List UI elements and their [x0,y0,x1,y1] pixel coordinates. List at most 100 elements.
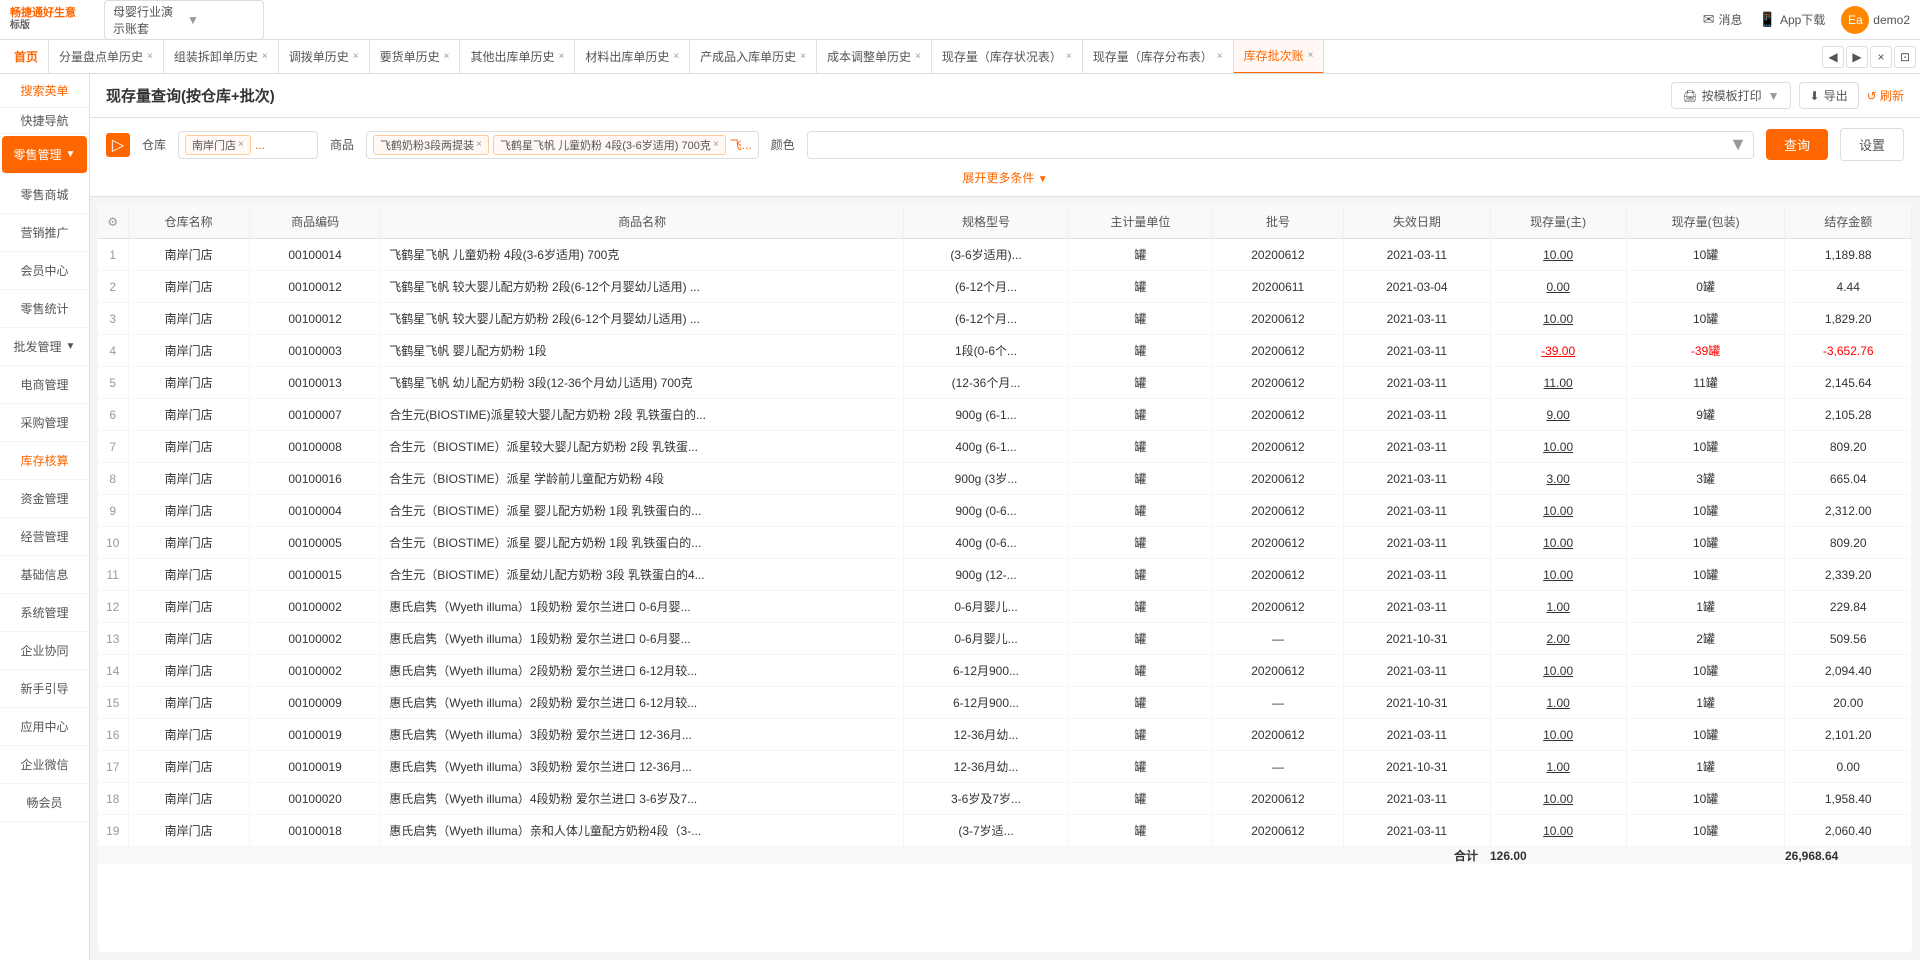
row-qty-main[interactable]: 1.00 [1490,591,1626,623]
tab-prev-btn[interactable]: ◀ [1822,46,1844,68]
tab-11-close[interactable]: × [1308,50,1314,61]
tab-close-btn[interactable]: × [1870,46,1892,68]
table-settings-icon[interactable]: ⚙ [107,215,118,229]
row-unit: 罐 [1068,303,1212,335]
sidebar-item-inventory[interactable]: 库存核算 [0,442,89,480]
sidebar-search[interactable]: 搜索英单 [0,74,89,108]
tab-home[interactable]: 首页 [4,40,49,74]
row-qty-main[interactable]: 10.00 [1490,431,1626,463]
row-qty-main[interactable]: 10.00 [1490,303,1626,335]
row-qty-main[interactable]: 1.00 [1490,687,1626,719]
tab-7[interactable]: 产成品入库单历史 × [690,40,817,74]
row-qty-main[interactable]: 10.00 [1490,495,1626,527]
tab-3-close[interactable]: × [353,51,359,62]
row-warehouse: 南岸门店 [128,655,249,687]
sidebar-item-wholesale[interactable]: 批发管理 ▼ [0,328,89,366]
tab-11[interactable]: 库存批次账 × [1234,40,1325,74]
row-qty-main[interactable]: 3.00 [1490,463,1626,495]
tab-3[interactable]: 调拨单历史 × [279,40,370,74]
sidebar-item-marketing[interactable]: 营销推广 [0,214,89,252]
row-qty-main[interactable]: 9.00 [1490,399,1626,431]
row-expire: 2021-10-31 [1344,751,1490,783]
sidebar-item-guide[interactable]: 新手引导 [0,670,89,708]
row-qty-main[interactable]: 0.00 [1490,271,1626,303]
tab-2[interactable]: 组装拆卸单历史 × [164,40,279,74]
product-tag-1-close[interactable]: × [476,139,482,150]
sidebar-item-enterprise-collab[interactable]: 企业协同 [0,632,89,670]
user-profile[interactable]: Ea demo2 [1841,6,1910,34]
tab-1-close[interactable]: × [147,51,153,62]
table-row: 2 南岸门店 00100012 飞鹤星飞帆 较大婴儿配方奶粉 2段(6-12个月… [98,271,1912,303]
sidebar-item-retail-mgmt[interactable]: 零售管理 ▼ [2,136,87,174]
sidebar-item-purchase[interactable]: 采购管理 [0,404,89,442]
tab-menu-btn[interactable]: ⊡ [1894,46,1916,68]
refresh-btn[interactable]: ↺ 刷新 [1867,87,1904,104]
tab-10[interactable]: 现存量（库存分布表） × [1083,40,1234,74]
tab-6[interactable]: 材料出库单历史 × [575,40,690,74]
tab-next-btn[interactable]: ▶ [1846,46,1868,68]
sidebar-item-enterprise-wechat[interactable]: 企业微信 [0,746,89,784]
row-unit: 罐 [1068,559,1212,591]
message-btn[interactable]: ✉ 消息 [1703,11,1743,28]
tab-7-close[interactable]: × [800,51,806,62]
row-qty-main[interactable]: 1.00 [1490,751,1626,783]
row-qty-main[interactable]: 10.00 [1490,527,1626,559]
filter-expand-icon[interactable]: ▷ [106,133,130,157]
row-qty-main[interactable]: 10.00 [1490,719,1626,751]
warehouse-tag-1-close[interactable]: × [238,139,244,150]
warehouse-filter-input[interactable]: 南岸门店 × ... [178,131,318,159]
row-qty-main[interactable]: 10.00 [1490,559,1626,591]
product-tag-2-close[interactable]: × [713,139,719,150]
col-settings[interactable]: ⚙ [98,205,128,239]
print-btn[interactable]: 🖨 按模板打印 ▼ [1671,82,1790,109]
product-filter-input[interactable]: 飞鹤奶粉3段两提装 × 飞鹤星飞帆 儿童奶粉 4段(3-6岁适用) 700克 ×… [366,131,759,159]
sidebar-item-operations[interactable]: 经营管理 [0,518,89,556]
warehouse-more[interactable]: ... [255,138,265,152]
row-qty-main[interactable]: 10.00 [1490,815,1626,847]
sidebar-item-system-mgmt[interactable]: 系统管理 [0,594,89,632]
row-qty-main[interactable]: 10.00 [1490,239,1626,271]
tab-8-close[interactable]: × [915,51,921,62]
sidebar-item-basic-info[interactable]: 基础信息 [0,556,89,594]
row-expire: 2021-03-11 [1344,367,1490,399]
query-btn[interactable]: 查询 [1766,129,1828,160]
row-unit: 罐 [1068,463,1212,495]
row-qty-main[interactable]: 10.00 [1490,655,1626,687]
row-qty-main[interactable]: 10.00 [1490,783,1626,815]
row-batch: 20200612 [1212,655,1343,687]
tab-10-close[interactable]: × [1217,51,1223,62]
sidebar-item-app-center[interactable]: 应用中心 [0,708,89,746]
export-btn[interactable]: ⬇ 导出 [1799,82,1859,109]
sidebar-item-retail-shop[interactable]: 零售商城 [0,176,89,214]
tab-8[interactable]: 成本调整单历史 × [817,40,932,74]
sidebar-item-member[interactable]: 会员中心 [0,252,89,290]
tab-9-close[interactable]: × [1066,51,1072,62]
row-batch: 20200612 [1212,367,1343,399]
app-download-btn[interactable]: 📱 App下载 [1759,11,1826,28]
settings-btn[interactable]: 设置 [1840,128,1904,161]
tab-2-close[interactable]: × [262,51,268,62]
sidebar-item-ecommerce[interactable]: 电商管理 [0,366,89,404]
color-filter-input[interactable]: ▼ [807,131,1754,159]
row-name: 飞鹤星飞帆 较大婴儿配方奶粉 2段(6-12个月婴幼儿适用) ... [381,303,904,335]
sidebar-item-member-club[interactable]: 畅会员 [0,784,89,822]
tab-4-close[interactable]: × [444,51,450,62]
row-qty-main[interactable]: 11.00 [1490,367,1626,399]
row-qty-main[interactable]: -39.00 [1490,335,1626,367]
tab-5-close[interactable]: × [558,51,564,62]
sidebar-item-retail-stats[interactable]: 零售统计 [0,290,89,328]
tab-1[interactable]: 分量盘点单历史 × [49,40,164,74]
tab-bar: 首页 分量盘点单历史 × 组装拆卸单历史 × 调拨单历史 × 要货单历史 × 其… [0,40,1920,74]
sidebar-item-finance[interactable]: 资金管理 [0,480,89,518]
tab-4[interactable]: 要货单历史 × [370,40,461,74]
color-dropdown-icon[interactable]: ▼ [1729,134,1747,155]
row-qty-main[interactable]: 2.00 [1490,623,1626,655]
tab-9[interactable]: 现存量（库存状况表） × [932,40,1083,74]
expand-more[interactable]: 展开更多条件 ▼ [106,169,1904,186]
tab-5[interactable]: 其他出库单历史 × [460,40,575,74]
org-selector[interactable]: 母婴行业演示账套 ▼ [104,0,264,40]
sidebar-nav[interactable]: 快捷导航 [0,108,89,134]
product-more[interactable]: 飞... [730,136,752,153]
row-warehouse: 南岸门店 [128,751,249,783]
tab-6-close[interactable]: × [673,51,679,62]
